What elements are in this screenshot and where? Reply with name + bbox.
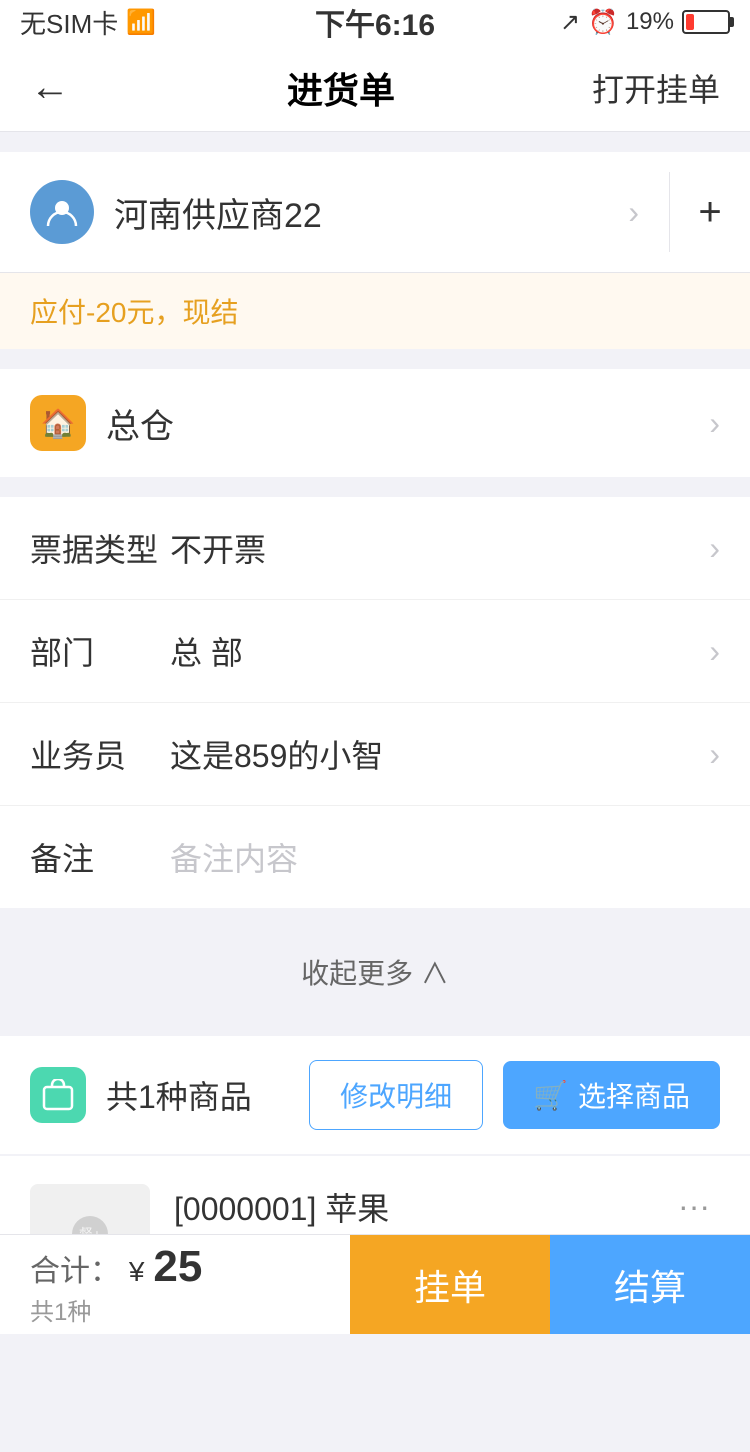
product-header: 共1种商品 修改明细 🛒 选择商品 <box>0 1036 750 1154</box>
status-bar: 无SIM卡 📶 下午6:16 ↗ ⏰ 19% <box>0 0 750 44</box>
supplier-chevron: › <box>628 194 639 231</box>
total-section: 合计： ¥ 25 共1种 <box>0 1242 350 1327</box>
salesperson-value: 这是859的小智 <box>170 731 709 777</box>
hang-button[interactable]: 挂单 <box>350 1235 550 1334</box>
salesperson-label: 业务员 <box>30 731 170 777</box>
warehouse-chevron: › <box>709 405 720 442</box>
product-name: [0000001] 苹果 <box>174 1184 644 1230</box>
alert-banner: 应付-20元，现结 <box>0 273 750 349</box>
status-time: 下午6:16 <box>315 0 435 44</box>
remarks-label: 备注 <box>30 834 170 880</box>
invoice-type-row[interactable]: 票据类型 不开票 › <box>0 497 750 600</box>
status-left: 无SIM卡 📶 <box>20 4 156 41</box>
collapse-button[interactable]: 收起更多 ∧ <box>0 928 750 1016</box>
warehouse-section: 🏠 总仓 › <box>0 369 750 477</box>
alarm-icon: ⏰ <box>588 8 618 37</box>
supplier-avatar <box>30 180 94 244</box>
remarks-input[interactable]: 备注内容 <box>170 834 720 880</box>
product-header-icon <box>30 1067 86 1123</box>
bottom-bar: 合计： ¥ 25 共1种 挂单 结算 <box>0 1234 750 1334</box>
open-hang-button[interactable]: 打开挂单 <box>592 65 720 111</box>
supplier-name: 河南供应商22 <box>114 188 608 237</box>
warehouse-selector[interactable]: 🏠 总仓 › <box>0 369 750 477</box>
location-icon: ↗ <box>560 8 580 37</box>
page-title: 进货单 <box>287 62 395 114</box>
remarks-row[interactable]: 备注 备注内容 <box>0 806 750 908</box>
select-product-button[interactable]: 🛒 选择商品 <box>503 1061 720 1129</box>
salesperson-chevron: › <box>709 736 720 773</box>
total-label: 合计： <box>30 1255 120 1288</box>
wifi-icon: 📶 <box>126 8 156 37</box>
department-value: 总 部 <box>170 628 709 674</box>
form-section: 票据类型 不开票 › 部门 总 部 › 业务员 这是859的小智 › 备注 备注… <box>0 497 750 908</box>
invoice-type-label: 票据类型 <box>30 525 170 571</box>
invoice-type-value: 不开票 <box>170 525 709 571</box>
warehouse-icon: 🏠 <box>30 395 86 451</box>
checkout-button[interactable]: 结算 <box>550 1235 750 1334</box>
product-count: 共1种商品 <box>106 1072 289 1118</box>
supplier-section: 河南供应商22 › + <box>0 152 750 273</box>
alert-text: 应付-20元，现结 <box>30 297 238 328</box>
total-count: 共1种 <box>30 1292 320 1327</box>
total-unit: ¥ <box>129 1256 145 1287</box>
supplier-selector[interactable]: 河南供应商22 › <box>0 152 669 272</box>
product-code: [0000001] <box>174 1191 325 1227</box>
back-button[interactable]: ← <box>30 65 90 110</box>
total-amount: 25 <box>153 1242 202 1291</box>
product-more-button[interactable]: ··· <box>668 1184 720 1229</box>
battery-pct: 19% <box>626 8 674 36</box>
cart-icon: 🛒 <box>533 1079 568 1112</box>
department-row[interactable]: 部门 总 部 › <box>0 600 750 703</box>
battery-icon <box>682 10 730 34</box>
carrier-text: 无SIM卡 <box>20 4 118 41</box>
warehouse-name: 总仓 <box>106 399 689 448</box>
add-supplier-button[interactable]: + <box>670 152 750 272</box>
edit-detail-button[interactable]: 修改明细 <box>309 1060 483 1130</box>
department-chevron: › <box>709 633 720 670</box>
invoice-chevron: › <box>709 530 720 567</box>
salesperson-row[interactable]: 业务员 这是859的小智 › <box>0 703 750 806</box>
product-title: 苹果 <box>325 1191 389 1227</box>
nav-bar: ← 进货单 打开挂单 <box>0 44 750 132</box>
department-label: 部门 <box>30 628 170 674</box>
status-right: ↗ ⏰ 19% <box>560 8 730 37</box>
